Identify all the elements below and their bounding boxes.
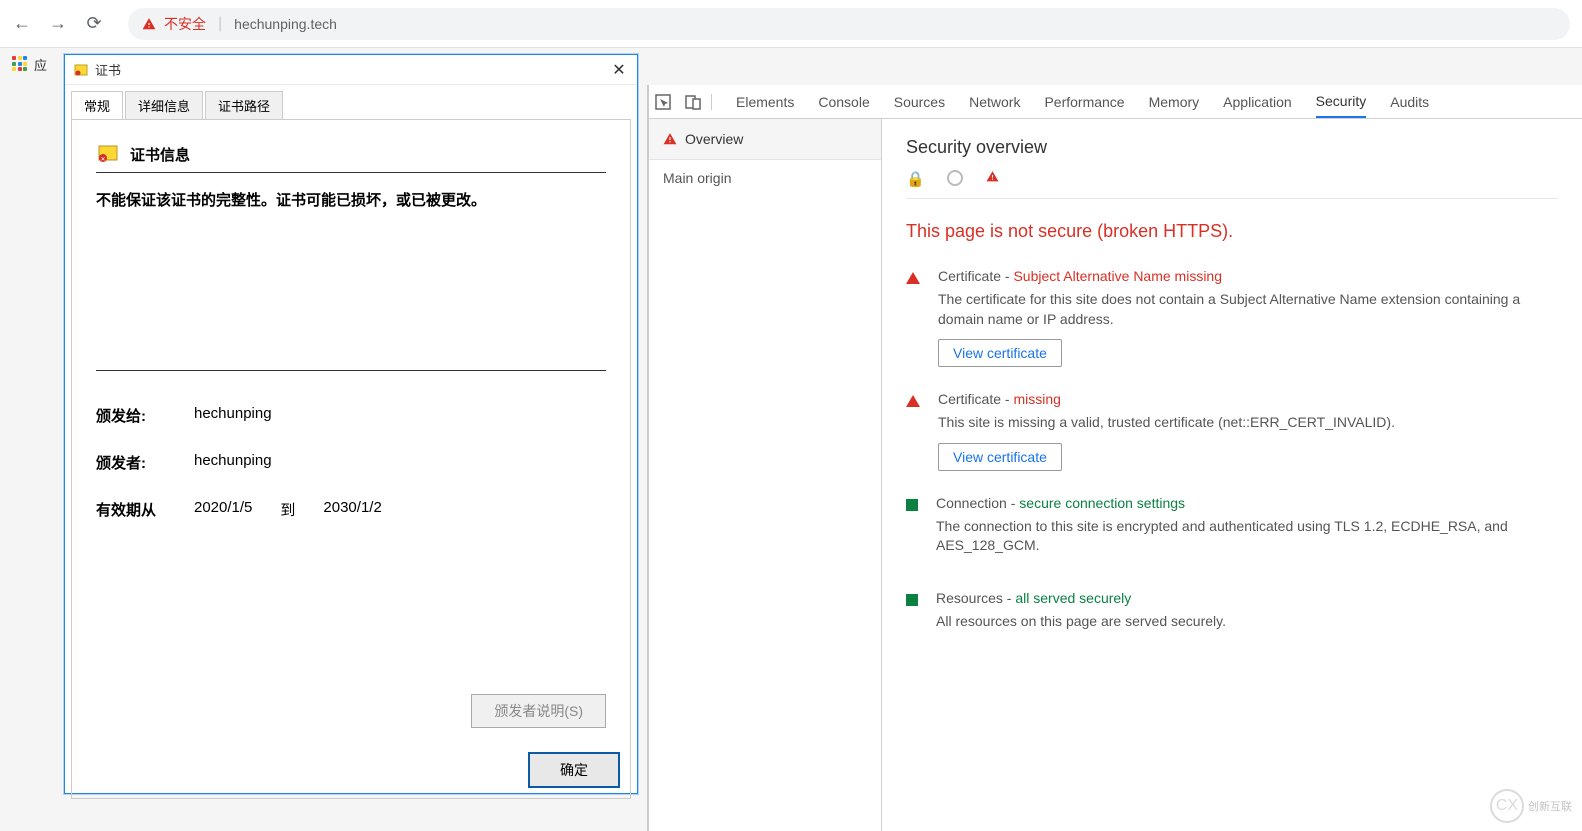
warning-triangle-icon — [142, 17, 156, 31]
bookmark-item[interactable]: 应 — [34, 55, 47, 74]
cert-warning-text: 不能保证该证书的完整性。证书可能已损坏，或已被更改。 — [96, 189, 606, 210]
tab-console[interactable]: Console — [818, 88, 869, 116]
security-block-title: Connection - secure connection settings — [936, 495, 1558, 511]
security-block-description: The certificate for this site does not c… — [938, 290, 1558, 329]
cert-details-box: 颁发给: hechunping 颁发者: hechunping 有效期从 202… — [96, 370, 606, 520]
certificate-dialog: 证书 ✕ 常规 详细信息 证书路径 ✕ 证书信息 不能保证该证书的完整性。证书可… — [64, 54, 638, 794]
security-block-title: Resources - all served securely — [936, 590, 1226, 606]
back-button[interactable]: ← — [12, 14, 32, 34]
ok-marker-icon — [906, 594, 918, 606]
watermark: CX 创新互联 — [1490, 789, 1572, 823]
watermark-logo-icon: CX — [1490, 789, 1524, 823]
security-sidebar: Overview Main origin — [649, 119, 882, 831]
security-icon-row: 🔒 — [906, 170, 1558, 199]
address-bar[interactable]: 不安全 | hechunping.tech — [128, 8, 1570, 40]
issued-to-label: 颁发给: — [96, 405, 166, 426]
device-toggle-icon[interactable] — [685, 94, 701, 110]
security-block-title: Certificate - missing — [938, 391, 1395, 407]
issued-to-value: hechunping — [194, 405, 272, 426]
reload-button[interactable]: ⟳ — [84, 14, 104, 34]
address-divider: | — [214, 15, 226, 33]
security-block-description: All resources on this page are served se… — [936, 612, 1226, 632]
cert-info-title: 证书信息 — [130, 144, 190, 165]
apps-icon[interactable] — [12, 56, 28, 72]
tab-network[interactable]: Network — [969, 88, 1020, 116]
valid-to-value: 2030/1/2 — [323, 499, 381, 520]
security-block: Certificate - Subject Alternative Name m… — [906, 268, 1558, 367]
warning-marker-icon — [906, 395, 920, 407]
ok-button[interactable]: 确定 — [528, 752, 620, 788]
tab-audits[interactable]: Audits — [1390, 88, 1429, 116]
security-block-description: The connection to this site is encrypted… — [936, 517, 1558, 556]
url-text: hechunping.tech — [234, 16, 337, 32]
ok-marker-icon — [906, 499, 918, 511]
watermark-text: 创新互联 — [1528, 798, 1572, 814]
security-block-description: This site is missing a valid, trusted ce… — [938, 413, 1395, 433]
security-title: Security overview — [906, 137, 1558, 158]
view-certificate-button[interactable]: View certificate — [938, 339, 1062, 367]
valid-from-label: 有效期从 — [96, 499, 166, 520]
tab-details[interactable]: 详细信息 — [125, 91, 203, 119]
security-block: Resources - all served securely All resou… — [906, 590, 1558, 642]
tab-path[interactable]: 证书路径 — [205, 91, 283, 119]
issued-by-label: 颁发者: — [96, 452, 166, 473]
tab-security[interactable]: Security — [1316, 87, 1367, 118]
tab-application[interactable]: Application — [1223, 88, 1292, 116]
sidebar-main-origin[interactable]: Main origin — [649, 160, 881, 196]
svg-text:✕: ✕ — [100, 157, 105, 163]
dialog-titlebar: 证书 ✕ — [65, 55, 637, 85]
devtools-panel: Elements Console Sources Network Perform… — [647, 85, 1582, 831]
lock-icon: 🔒 — [906, 170, 925, 188]
view-certificate-button[interactable]: View certificate — [938, 443, 1062, 471]
security-main-panel: Security overview 🔒 This page is not sec… — [882, 119, 1582, 831]
valid-from-value: 2020/1/5 — [194, 499, 252, 520]
close-button[interactable]: ✕ — [607, 58, 631, 82]
info-icon — [947, 170, 963, 186]
dialog-body: ✕ 证书信息 不能保证该证书的完整性。证书可能已损坏，或已被更改。 颁发给: h… — [71, 119, 631, 799]
not-secure-label: 不安全 — [164, 14, 206, 34]
tab-sources[interactable]: Sources — [894, 88, 945, 116]
tab-memory[interactable]: Memory — [1149, 88, 1200, 116]
tab-general[interactable]: 常规 — [71, 91, 123, 119]
cert-info-header: ✕ 证书信息 — [96, 136, 606, 173]
issued-by-value: hechunping — [194, 452, 272, 473]
forward-button[interactable]: → — [48, 14, 68, 34]
security-block: Connection - secure connection settings T… — [906, 495, 1558, 566]
inspect-icon[interactable] — [655, 94, 671, 110]
certificate-icon — [73, 62, 89, 78]
sidebar-overview-label: Overview — [685, 131, 743, 147]
devtools-content: Overview Main origin Security overview 🔒… — [649, 119, 1582, 831]
dialog-title: 证书 — [95, 60, 121, 79]
warning-marker-icon — [906, 272, 920, 284]
devtools-tabs: Elements Console Sources Network Perform… — [649, 85, 1582, 119]
tab-elements[interactable]: Elements — [736, 88, 794, 116]
certificate-error-icon: ✕ — [96, 142, 120, 166]
issuer-statement-button: 颁发者说明(S) — [471, 694, 606, 728]
tab-performance[interactable]: Performance — [1044, 88, 1124, 116]
security-block-title: Certificate - Subject Alternative Name m… — [938, 268, 1558, 284]
dialog-tabs: 常规 详细信息 证书路径 — [65, 85, 637, 119]
valid-to-label: 到 — [280, 499, 295, 520]
security-headline: This page is not secure (broken HTTPS). — [906, 221, 1558, 242]
browser-toolbar: ← → ⟳ 不安全 | hechunping.tech — [0, 0, 1582, 48]
warning-triangle-icon — [663, 132, 677, 146]
sidebar-overview[interactable]: Overview — [649, 119, 881, 160]
warning-triangle-icon — [985, 170, 1000, 183]
security-block: Certificate - missing This site is missin… — [906, 391, 1558, 471]
